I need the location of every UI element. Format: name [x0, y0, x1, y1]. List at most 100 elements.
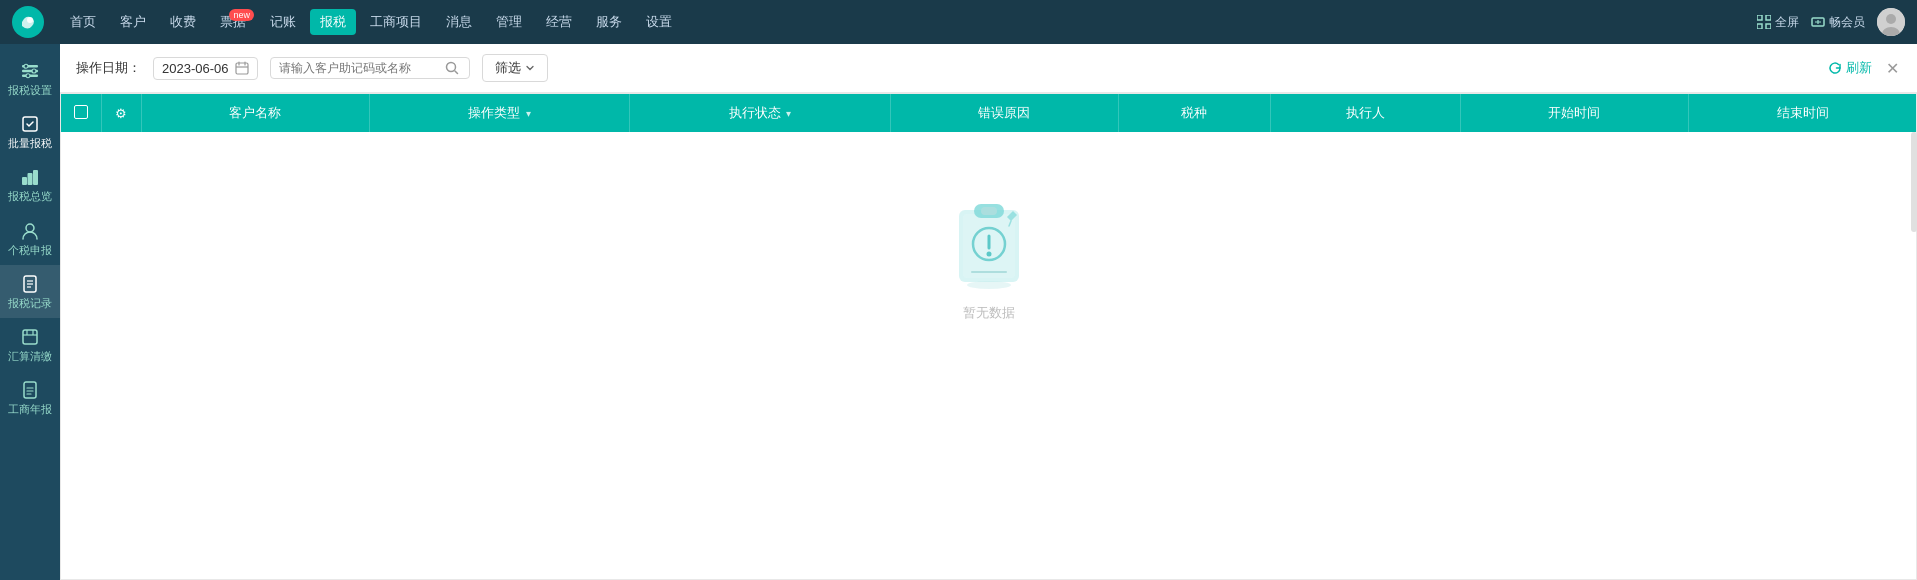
svg-rect-4 — [1757, 24, 1762, 29]
overview-icon — [19, 166, 41, 188]
table-header-row: ⚙ 客户名称 操作类型 ▾ 执行状态 ▾ 错误原因 税种 执行人 — [61, 94, 1916, 132]
nav-item-service[interactable]: 服务 — [586, 9, 632, 35]
sidebar-label-gongshangnian: 工商年报 — [8, 403, 52, 416]
date-label: 操作日期： — [76, 59, 141, 77]
sidebar-item-geshuishenabao[interactable]: 个税申报 — [0, 212, 60, 265]
table-body: 暂无数据 — [61, 132, 1916, 362]
toolbar: 操作日期： 2023-06-06 筛选 — [60, 44, 1917, 93]
sidebar-item-gongshangnianabao[interactable]: 工商年报 — [0, 371, 60, 424]
svg-point-13 — [24, 64, 28, 68]
search-icon[interactable] — [445, 61, 459, 75]
th-gear[interactable]: ⚙ — [101, 94, 141, 132]
main-layout: 报税设置 批量报税 报税总览 — [0, 44, 1917, 580]
svg-rect-32 — [981, 207, 997, 215]
nav-item-operation[interactable]: 经营 — [536, 9, 582, 35]
empty-illustration — [939, 192, 1039, 292]
svg-point-14 — [32, 69, 36, 73]
nav-item-home[interactable]: 首页 — [60, 9, 106, 35]
th-error-reason: 错误原因 — [890, 94, 1119, 132]
svg-rect-2 — [1757, 15, 1762, 20]
sidebar-label-zonglan: 报税总览 — [8, 190, 52, 203]
nav-item-business[interactable]: 工商项目 — [360, 9, 432, 35]
sidebar-label-huisuan: 汇算清缴 — [8, 350, 52, 363]
scrollbar-thumb[interactable] — [1911, 132, 1917, 232]
sidebar: 报税设置 批量报税 报税总览 — [0, 44, 60, 580]
empty-text: 暂无数据 — [963, 304, 1015, 322]
svg-point-20 — [26, 224, 34, 232]
member-label: 畅会员 — [1829, 14, 1865, 31]
content-area: 操作日期： 2023-06-06 筛选 — [60, 44, 1917, 580]
table-wrapper: ⚙ 客户名称 操作类型 ▾ 执行状态 ▾ 错误原因 税种 执行人 — [60, 93, 1917, 580]
refresh-icon — [1828, 61, 1842, 75]
sidebar-item-piliangshaoshui[interactable]: 批量报税 — [0, 105, 60, 158]
nav-item-manage[interactable]: 管理 — [486, 9, 532, 35]
sort-icon-exec-status: ▾ — [786, 108, 791, 119]
nav-item-settings[interactable]: 设置 — [636, 9, 682, 35]
nav-menu: 首页 客户 收费 票据 new 记账 报税 工商项目 消息 管理 经营 服务 设… — [60, 9, 1757, 35]
svg-point-28 — [446, 63, 455, 72]
nav-item-client[interactable]: 客户 — [110, 9, 156, 35]
nav-item-tax[interactable]: 报税 — [310, 9, 356, 35]
avatar[interactable] — [1877, 8, 1905, 36]
data-table: ⚙ 客户名称 操作类型 ▾ 执行状态 ▾ 错误原因 税种 执行人 — [61, 94, 1916, 362]
fullscreen-label: 全屏 — [1775, 14, 1799, 31]
date-value: 2023-06-06 — [162, 61, 229, 76]
svg-point-35 — [986, 252, 991, 257]
th-checkbox[interactable] — [61, 94, 101, 132]
annual-report-icon — [19, 379, 41, 401]
new-badge: new — [229, 9, 254, 21]
th-exec-status[interactable]: 执行状态 ▾ — [630, 94, 890, 132]
svg-point-8 — [1886, 14, 1896, 24]
empty-state-row: 暂无数据 — [61, 132, 1916, 362]
sidebar-label-geshui: 个税申报 — [8, 244, 52, 257]
svg-rect-19 — [33, 170, 38, 185]
sidebar-label-baoshuishezhi: 报税设置 — [8, 84, 52, 97]
empty-state: 暂无数据 — [61, 132, 1916, 362]
sidebar-label-jilu: 报税记录 — [8, 297, 52, 310]
search-box — [270, 57, 470, 79]
sidebar-item-baoshuijilu[interactable]: 报税记录 — [0, 265, 60, 318]
svg-rect-27 — [236, 63, 248, 74]
chevron-down-icon — [525, 63, 535, 73]
date-picker[interactable]: 2023-06-06 — [153, 57, 258, 80]
settings-icon — [19, 60, 41, 82]
svg-point-1 — [27, 17, 33, 23]
svg-point-15 — [26, 74, 30, 78]
nav-item-message[interactable]: 消息 — [436, 9, 482, 35]
calendar-icon — [235, 61, 249, 75]
sidebar-item-baoshuizonglan[interactable]: 报税总览 — [0, 158, 60, 211]
sidebar-label-piliang: 批量报税 — [8, 137, 52, 150]
th-end-time: 结束时间 — [1689, 94, 1916, 132]
nav-right: 全屏 畅会员 — [1757, 8, 1905, 36]
batch-icon — [19, 113, 41, 135]
filter-label: 筛选 — [495, 59, 521, 77]
nav-item-bookkeeping[interactable]: 记账 — [260, 9, 306, 35]
member-button[interactable]: 畅会员 — [1811, 14, 1865, 31]
sidebar-item-huisuanqingsuan[interactable]: 汇算清缴 — [0, 318, 60, 371]
svg-rect-17 — [22, 177, 27, 185]
th-executor: 执行人 — [1270, 94, 1460, 132]
header-checkbox[interactable] — [74, 105, 88, 119]
filter-button[interactable]: 筛选 — [482, 54, 548, 82]
fullscreen-button[interactable]: 全屏 — [1757, 14, 1799, 31]
sidebar-item-baoshuishezhi[interactable]: 报税设置 — [0, 52, 60, 105]
record-icon — [19, 273, 41, 295]
svg-rect-25 — [23, 330, 37, 344]
svg-rect-26 — [24, 382, 36, 398]
close-button[interactable]: ✕ — [1884, 57, 1901, 80]
nav-item-invoice[interactable]: 票据 new — [210, 9, 256, 35]
personal-tax-icon — [19, 220, 41, 242]
refresh-button[interactable]: 刷新 — [1828, 59, 1872, 77]
svg-rect-3 — [1766, 15, 1771, 20]
empty-state-cell: 暂无数据 — [61, 132, 1916, 362]
app-logo[interactable] — [12, 6, 44, 38]
search-input[interactable] — [279, 61, 439, 75]
svg-rect-18 — [28, 173, 33, 185]
th-op-type[interactable]: 操作类型 ▾ — [370, 94, 630, 132]
th-client-name: 客户名称 — [141, 94, 370, 132]
svg-point-38 — [967, 281, 1011, 289]
annual-icon — [19, 326, 41, 348]
nav-item-fee[interactable]: 收费 — [160, 9, 206, 35]
refresh-label: 刷新 — [1846, 59, 1872, 77]
top-navigation: 首页 客户 收费 票据 new 记账 报税 工商项目 消息 管理 经营 服务 设… — [0, 0, 1917, 44]
